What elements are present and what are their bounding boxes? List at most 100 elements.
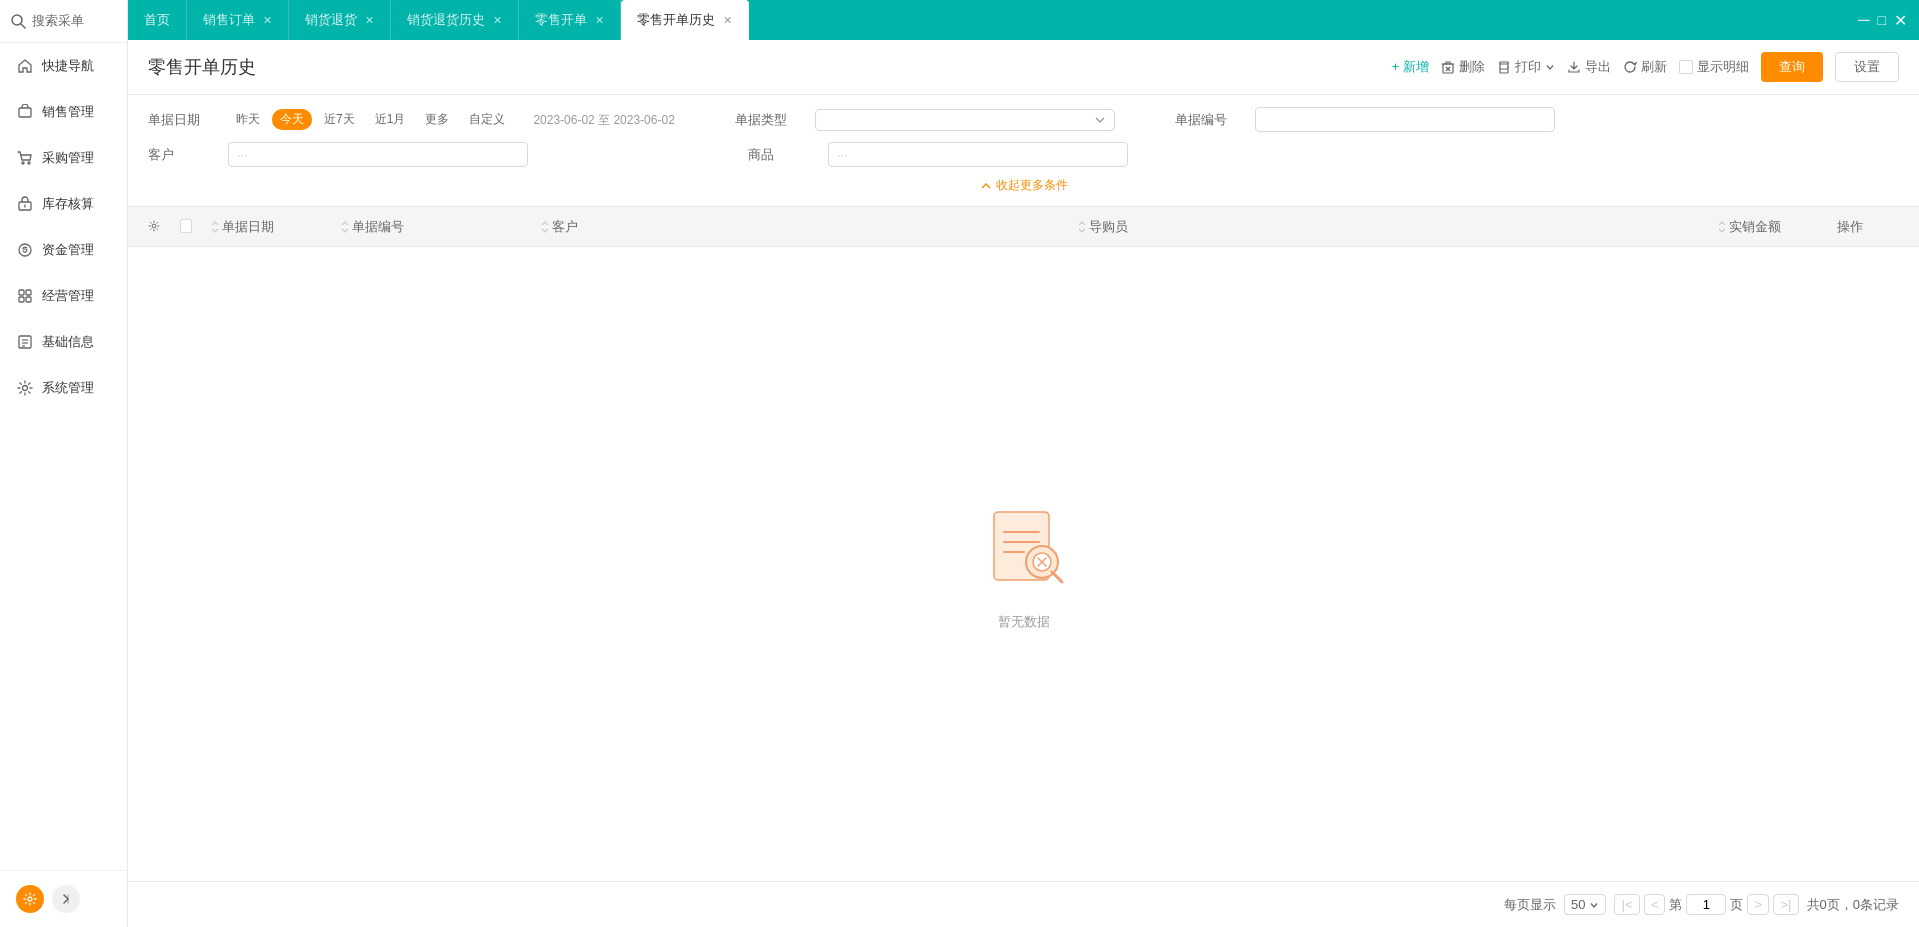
sidebar-label: 系统管理 (42, 379, 94, 397)
sidebar-item-sales-mgmt[interactable]: 销售管理 (0, 89, 127, 135)
svg-point-3 (22, 162, 24, 164)
print-label: 打印 (1515, 58, 1541, 76)
customer-field[interactable] (237, 147, 519, 162)
export-button[interactable]: 导出 (1567, 58, 1611, 76)
add-label: + 新增 (1392, 58, 1429, 76)
tab-home[interactable]: 首页 (128, 0, 187, 40)
table-settings-icon[interactable] (138, 207, 170, 247)
sort-icon (1077, 220, 1087, 234)
sidebar-item-system[interactable]: 系统管理 (0, 365, 127, 411)
sidebar-bottom (0, 870, 127, 927)
search-menu[interactable]: 搜索采单 (0, 0, 127, 43)
col-header-op: 操作 (1829, 218, 1909, 236)
tab-label: 零售开单历史 (637, 11, 715, 29)
tab-sales-order[interactable]: 销售订单 ✕ (187, 0, 289, 40)
display-detail-label: 显示明细 (1697, 58, 1749, 76)
tab-sales-return-history[interactable]: 销货退货历史 ✕ (391, 0, 519, 40)
tab-close-icon[interactable]: ✕ (365, 14, 374, 27)
page-number-input[interactable] (1686, 894, 1726, 915)
prev-page-button[interactable]: < (1644, 894, 1666, 915)
sidebar-item-basic-info[interactable]: 基础信息 (0, 319, 127, 365)
tab-close-icon[interactable]: ✕ (493, 14, 502, 27)
window-maximize-icon[interactable]: □ (1878, 12, 1886, 28)
empty-illustration (974, 497, 1074, 597)
col-header-num[interactable]: 单据编号 (332, 218, 532, 236)
doc-num-input[interactable] (1255, 107, 1555, 132)
col-header-amount[interactable]: 实销金额 (1709, 218, 1829, 236)
col-header-customer[interactable]: 客户 (532, 218, 1069, 236)
last-page-button[interactable]: >| (1773, 894, 1798, 915)
svg-rect-11 (26, 297, 31, 302)
sidebar-item-quick-nav[interactable]: 快捷导航 (0, 43, 127, 89)
sidebar-item-finance[interactable]: 资金管理 (0, 227, 127, 273)
doc-type-select[interactable] (815, 109, 1115, 131)
settings-button[interactable] (16, 885, 44, 913)
tab-bar: 首页 销售订单 ✕ 销货退货 ✕ 销货退货历史 ✕ 零售开单 ✕ 零售开单历史 … (128, 0, 1919, 40)
refresh-icon (1623, 60, 1637, 74)
tab-bar-right: ─ □ ✕ (1846, 11, 1919, 30)
tab-sales-return[interactable]: 销货退货 ✕ (289, 0, 391, 40)
operation-icon (16, 287, 34, 305)
sidebar-label: 基础信息 (42, 333, 94, 351)
tab-retail-open-history[interactable]: 零售开单历史 ✕ (621, 0, 749, 40)
svg-point-4 (28, 162, 30, 164)
doc-num-field[interactable] (1264, 112, 1546, 127)
refresh-button[interactable]: 刷新 (1623, 58, 1667, 76)
goods-input[interactable] (828, 142, 1128, 167)
customer-input[interactable] (228, 142, 528, 167)
search-icon (10, 13, 26, 29)
tab-close-icon[interactable]: ✕ (263, 14, 272, 27)
goods-field[interactable] (837, 147, 1119, 162)
print-button[interactable]: 打印 (1497, 58, 1555, 76)
first-page-button[interactable]: |< (1614, 894, 1639, 915)
tab-label: 销货退货 (305, 11, 357, 29)
add-button[interactable]: + 新增 (1392, 58, 1429, 76)
select-all-checkbox[interactable] (170, 207, 202, 247)
display-detail-checkbox[interactable]: 显示明细 (1679, 58, 1749, 76)
filter-area: 单据日期 昨天 今天 近7天 近1月 更多 自定义 2023-06-02 至 2… (128, 95, 1919, 207)
query-button[interactable]: 查询 (1761, 52, 1823, 82)
doc-num-label: 单据编号 (1175, 111, 1235, 129)
date-btn-more[interactable]: 更多 (417, 109, 457, 130)
chevron-up-icon (980, 180, 992, 192)
sidebar-collapse-button[interactable] (52, 885, 80, 913)
sidebar-label: 库存核算 (42, 195, 94, 213)
date-btn-yesterday[interactable]: 昨天 (228, 109, 268, 130)
print-icon (1497, 60, 1511, 74)
goods-label: 商品 (748, 146, 808, 164)
delete-button[interactable]: 删除 (1441, 58, 1485, 76)
sidebar: 搜索采单 快捷导航 销售管理 采购管理 (0, 0, 128, 927)
svg-line-1 (21, 24, 25, 28)
col-header-date[interactable]: 单据日期 (202, 218, 332, 236)
collapse-filter-button[interactable]: 收起更多条件 (148, 177, 1899, 194)
window-minimize-icon[interactable]: ─ (1858, 11, 1869, 29)
purchase-icon (16, 149, 34, 167)
window-close-icon[interactable]: ✕ (1894, 11, 1907, 30)
sidebar-item-operation[interactable]: 经营管理 (0, 273, 127, 319)
svg-line-31 (1052, 572, 1062, 582)
next-page-button[interactable]: > (1747, 894, 1769, 915)
date-btn-1month[interactable]: 近1月 (367, 109, 414, 130)
sidebar-label: 经营管理 (42, 287, 94, 305)
sidebar-item-purchase-mgmt[interactable]: 采购管理 (0, 135, 127, 181)
per-page-value: 50 (1571, 897, 1585, 912)
date-btn-7days[interactable]: 近7天 (316, 109, 363, 130)
sidebar-item-inventory[interactable]: 库存核算 (0, 181, 127, 227)
filter-row-2: 客户 商品 (148, 142, 1899, 167)
tab-label: 销货退货历史 (407, 11, 485, 29)
setting-button[interactable]: 设置 (1835, 52, 1899, 82)
tab-retail-open[interactable]: 零售开单 ✕ (519, 0, 621, 40)
tab-close-icon[interactable]: ✕ (595, 14, 604, 27)
col-label: 实销金额 (1729, 218, 1781, 236)
empty-text: 暂无数据 (998, 613, 1050, 631)
tab-close-icon[interactable]: ✕ (723, 14, 732, 27)
export-icon (1567, 60, 1581, 74)
date-btn-custom[interactable]: 自定义 (461, 109, 513, 130)
sales-icon (16, 103, 34, 121)
collapse-label: 收起更多条件 (996, 177, 1068, 194)
per-page-select[interactable]: 50 (1564, 894, 1606, 915)
col-header-guide[interactable]: 导购员 (1069, 218, 1189, 236)
date-range-text: 2023-06-02 至 2023-06-02 (533, 112, 674, 129)
date-btn-today[interactable]: 今天 (272, 109, 312, 130)
page-title: 零售开单历史 (148, 55, 256, 79)
